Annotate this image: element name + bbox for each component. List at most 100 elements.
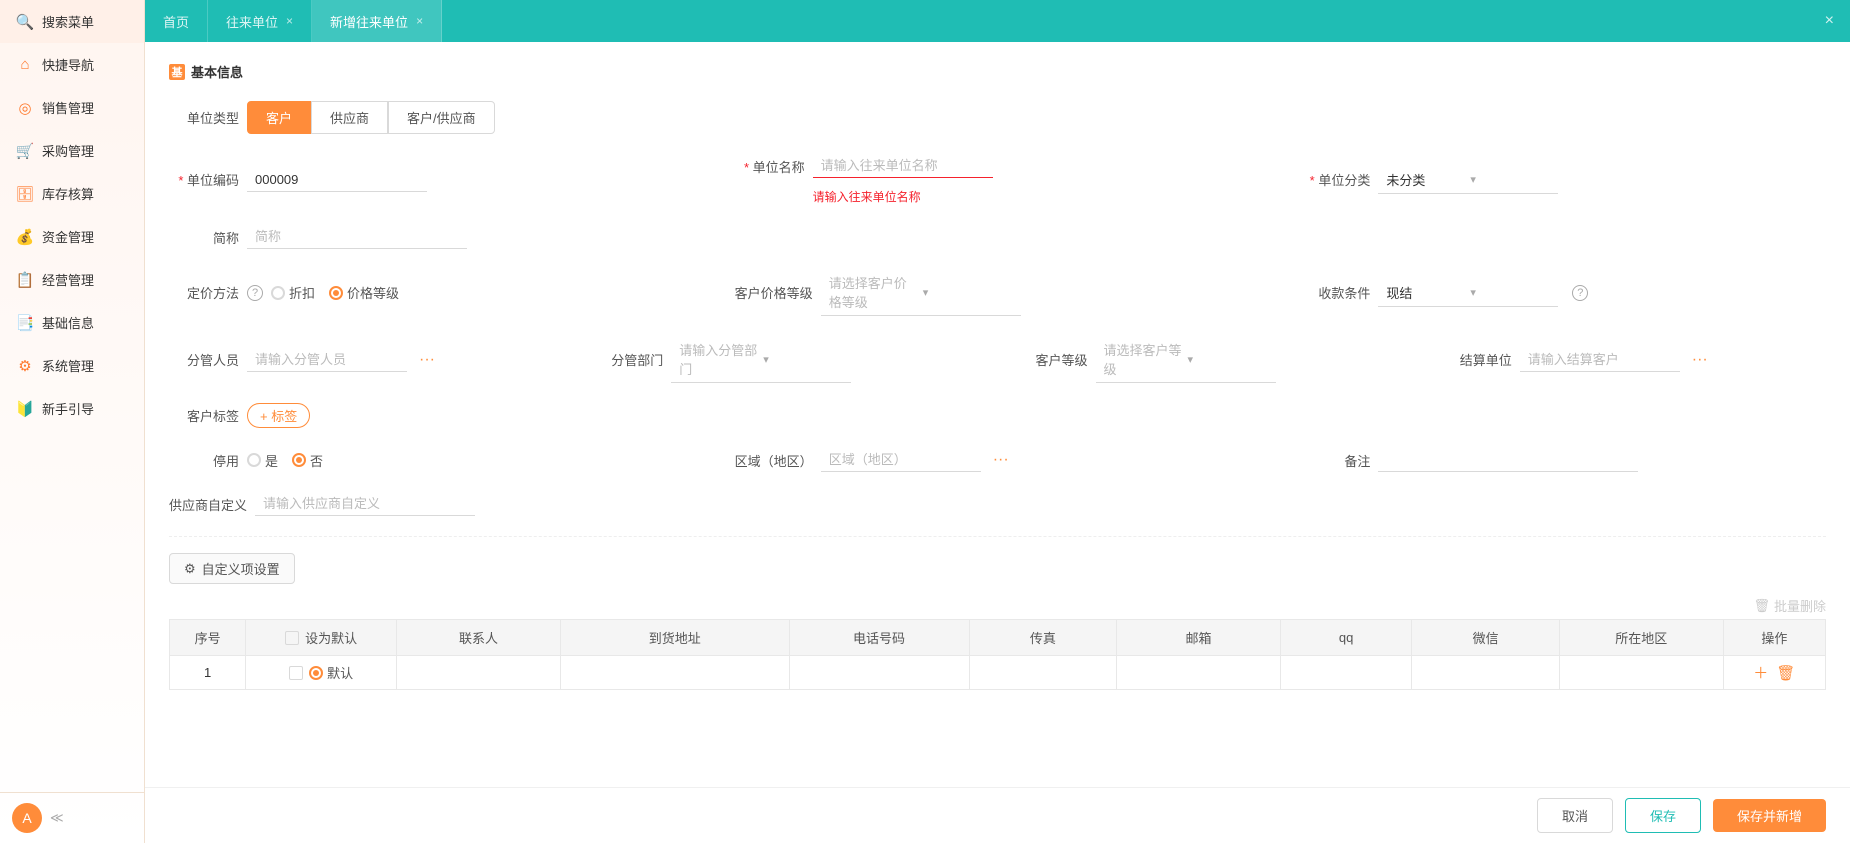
section-title-text: 基本信息: [191, 62, 243, 81]
sidebar-collapse-icon[interactable]: ≪: [50, 810, 64, 826]
settlement-more-icon[interactable]: ···: [1692, 351, 1708, 369]
cell-phone[interactable]: [789, 656, 969, 690]
pricing-help-icon[interactable]: ?: [247, 285, 263, 301]
delete-row-icon[interactable]: 🗑: [1776, 664, 1795, 682]
cell-contact[interactable]: [397, 656, 561, 690]
col-phone: 电话号码: [789, 620, 969, 656]
sidebar-item-operations[interactable]: 📋 经营管理: [0, 258, 144, 301]
cancel-button[interactable]: 取消: [1537, 798, 1613, 833]
default-radio[interactable]: 默认: [309, 663, 353, 682]
email-input[interactable]: [1159, 665, 1239, 680]
tab-new-partner-close[interactable]: ×: [416, 14, 423, 28]
wechat-input[interactable]: [1451, 665, 1521, 680]
tab-partners-close[interactable]: ×: [286, 14, 293, 28]
sidebar-item-system[interactable]: ⚙ 系统管理: [0, 344, 144, 387]
settlement-input[interactable]: [1520, 348, 1680, 372]
unit-category-select[interactable]: 未分类 ▾: [1378, 166, 1558, 194]
unit-name-input[interactable]: [813, 154, 993, 178]
payment-terms-select[interactable]: 现结 ▾: [1378, 279, 1558, 307]
fax-input[interactable]: [1008, 665, 1078, 680]
default-label: 默认: [327, 663, 353, 682]
sidebar-item-quicknav[interactable]: ⌂ 快捷导航: [0, 43, 144, 86]
short-name-input[interactable]: [247, 225, 467, 249]
customer-price-level-select[interactable]: 请选择客户价格等级 ▾: [821, 269, 1021, 316]
cell-wechat[interactable]: [1412, 656, 1560, 690]
save-new-button[interactable]: 保存并新增: [1713, 799, 1826, 832]
tab-home[interactable]: 首页: [145, 0, 208, 42]
add-tag-button[interactable]: + 标签: [247, 403, 310, 428]
cell-location[interactable]: [1559, 656, 1723, 690]
radio-discount[interactable]: 折扣: [271, 283, 315, 302]
phone-input[interactable]: [834, 665, 924, 680]
sidebar-item-guide[interactable]: 🔰 新手引导: [0, 387, 144, 430]
sidebar-item-finance[interactable]: 💰 资金管理: [0, 215, 144, 258]
sidebar-item-label: 快捷导航: [42, 55, 94, 74]
payment-help-icon[interactable]: ?: [1572, 285, 1588, 301]
add-row-icon[interactable]: ＋: [1753, 662, 1768, 683]
payment-terms-label: 收款条件: [1300, 283, 1370, 302]
pricing-method-label: 定价方法: [169, 283, 239, 302]
supplier-custom-input[interactable]: [255, 492, 475, 516]
location-input[interactable]: [1601, 665, 1681, 680]
remark-field: 备注: [1300, 448, 1826, 472]
custom-settings-button[interactable]: ⚙ 自定义项设置: [169, 553, 295, 584]
qq-input[interactable]: [1316, 665, 1376, 680]
sales-icon: ◎: [16, 99, 34, 117]
unit-category-value: 未分类: [1386, 170, 1466, 189]
tab-partners[interactable]: 往来单位 ×: [208, 0, 312, 42]
window-close-button[interactable]: ×: [1809, 12, 1850, 30]
default-radio-circle: [309, 666, 323, 680]
chevron-down-icon: ▾: [1470, 173, 1550, 186]
save-button[interactable]: 保存: [1625, 798, 1701, 833]
sidebar-item-inventory[interactable]: 🗄 库存核算: [0, 172, 144, 215]
btn-type-customer[interactable]: 客户: [247, 101, 311, 134]
select-all-checkbox[interactable]: [285, 631, 299, 645]
guide-icon: 🔰: [16, 400, 34, 418]
region-more-icon[interactable]: ···: [993, 451, 1009, 469]
manager-more-icon[interactable]: ···: [419, 351, 435, 369]
pricing-method-field: 定价方法 ? 折扣 价格等级: [169, 283, 695, 302]
sidebar-item-label: 经营管理: [42, 270, 94, 289]
sidebar-item-sales[interactable]: ◎ 销售管理: [0, 86, 144, 129]
btn-type-both[interactable]: 客户/供应商: [388, 101, 495, 134]
cell-fax[interactable]: [969, 656, 1117, 690]
unit-code-input[interactable]: [247, 168, 427, 192]
col-wechat: 微信: [1412, 620, 1560, 656]
unit-name-label: 单位名称: [735, 157, 805, 176]
cell-email[interactable]: [1117, 656, 1281, 690]
radio-yes[interactable]: 是: [247, 451, 278, 470]
settlement-label: 结算单位: [1442, 350, 1512, 369]
col-contact: 联系人: [397, 620, 561, 656]
cell-address[interactable]: [560, 656, 789, 690]
main-area: 首页 往来单位 × 新增往来单位 × × 基 基本信息 单位类型 客户 供应商 …: [145, 0, 1850, 843]
pricing-method-radios: 折扣 价格等级: [271, 283, 399, 302]
radio-no[interactable]: 否: [292, 451, 323, 470]
remark-input[interactable]: [1378, 448, 1638, 472]
btn-type-supplier[interactable]: 供应商: [311, 101, 388, 134]
manager-input[interactable]: [247, 348, 407, 372]
chevron-down-icon: ▾: [763, 353, 843, 366]
batch-delete-label[interactable]: 批量删除: [1774, 596, 1826, 615]
section-icon: 基: [169, 64, 185, 80]
row-checkbox[interactable]: [289, 666, 303, 680]
sidebar-item-search[interactable]: 🔍 搜索菜单: [0, 0, 144, 43]
pricing-row: 定价方法 ? 折扣 价格等级 客户价格等级 请选择客户价格等级: [169, 269, 1826, 316]
sidebar-item-label: 系统管理: [42, 356, 94, 375]
radio-yes-circle: [247, 453, 261, 467]
radio-price-level[interactable]: 价格等级: [329, 283, 399, 302]
payment-terms-value: 现结: [1386, 283, 1466, 302]
department-select[interactable]: 请输入分管部门 ▾: [671, 336, 851, 383]
tab-new-partner-label: 新增往来单位: [330, 12, 408, 31]
footer-bar: 取消 保存 保存并新增: [145, 787, 1850, 843]
manager-row: 分管人员 ··· 分管部门 请输入分管部门 ▾ 客户等级 请选择客户等级 ▾ 结…: [169, 336, 1826, 383]
customer-level-select[interactable]: 请选择客户等级 ▾: [1096, 336, 1276, 383]
region-input[interactable]: [821, 448, 981, 472]
sidebar-item-purchase[interactable]: 🛒 采购管理: [0, 129, 144, 172]
tags-row: 客户标签 + 标签: [169, 403, 1826, 428]
contact-input[interactable]: [438, 665, 518, 680]
cell-qq[interactable]: [1280, 656, 1411, 690]
tab-new-partner[interactable]: 新增往来单位 ×: [312, 0, 442, 42]
sidebar-item-label: 库存核算: [42, 184, 94, 203]
sidebar-item-basic[interactable]: 📑 基础信息: [0, 301, 144, 344]
address-input[interactable]: [615, 665, 735, 680]
